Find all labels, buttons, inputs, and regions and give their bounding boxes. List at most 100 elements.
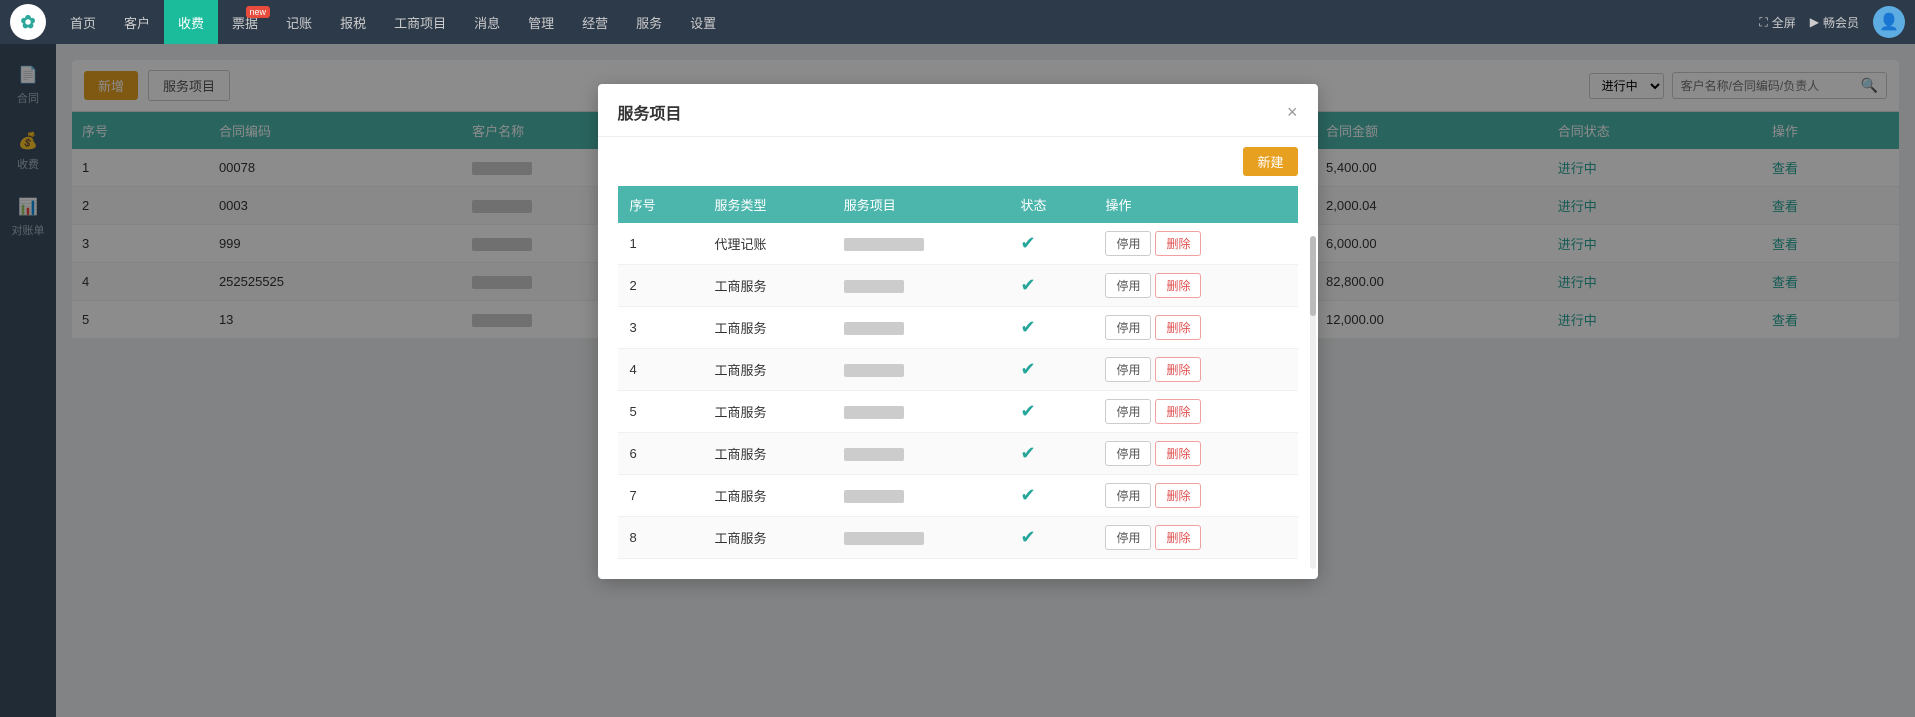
- service-items-table: 序号服务类型服务项目状态操作 1代理记账■■■■■1✔停用删除2工商服务■■■■…: [618, 186, 1298, 559]
- nav-items: 首页客户收费票据new记账报税工商项目消息管理经营服务设置: [56, 0, 1759, 44]
- delete-button[interactable]: 删除: [1155, 399, 1201, 424]
- stop-button[interactable]: 停用: [1105, 231, 1151, 256]
- nav-item-baoshui[interactable]: 报税: [326, 0, 380, 44]
- top-nav: ✿ 首页客户收费票据new记账报税工商项目消息管理经营服务设置 ⛶ 全屏 ▶ 畅…: [0, 0, 1915, 44]
- stop-button[interactable]: 停用: [1105, 399, 1151, 424]
- inner-header-row: 序号服务类型服务项目状态操作: [618, 186, 1298, 223]
- service-dialog: 服务项目 × 新建 序号服务类型服务项目状态操作 1代理记账■■■■■1✔停用删…: [598, 84, 1318, 579]
- dialog-close-button[interactable]: ×: [1287, 103, 1298, 121]
- status-check-icon: ✔: [1020, 401, 1035, 421]
- nav-item-jingying[interactable]: 经营: [568, 0, 622, 44]
- nav-item-guanli[interactable]: 管理: [514, 0, 568, 44]
- nav-item-home[interactable]: 首页: [56, 0, 110, 44]
- inner-project: ■■■■■■: [832, 475, 1009, 517]
- inner-project: ■■■■■■: [832, 265, 1009, 307]
- status-check-icon: ✔: [1020, 275, 1035, 295]
- delete-button[interactable]: 删除: [1155, 315, 1201, 340]
- stop-button[interactable]: 停用: [1105, 357, 1151, 382]
- inner-actions: 停用删除: [1093, 349, 1297, 391]
- stop-button[interactable]: 停用: [1105, 273, 1151, 298]
- fullscreen-btn[interactable]: ⛶ 全屏: [1759, 14, 1795, 31]
- avatar[interactable]: 👤: [1873, 6, 1905, 38]
- inner-status: ✔: [1008, 433, 1093, 475]
- inner-seq: 8: [618, 517, 703, 559]
- inner-seq: 7: [618, 475, 703, 517]
- inner-col-服务类型: 服务类型: [703, 186, 832, 223]
- table-row: 6工商服务■■■■■■ ✔ 停用删除: [618, 433, 1298, 475]
- inner-table-header: 序号服务类型服务项目状态操作: [618, 186, 1298, 223]
- inner-type: 工商服务: [703, 433, 832, 475]
- table-row: 2工商服务■■■■■■ ✔ 停用删除: [618, 265, 1298, 307]
- stop-button[interactable]: 停用: [1105, 483, 1151, 508]
- scrollbar-track[interactable]: [1310, 236, 1316, 569]
- scrollbar-thumb[interactable]: [1310, 236, 1316, 316]
- dialog-title: 服务项目: [618, 100, 682, 124]
- table-row: 5工商服务■■■■■■✔停用删除: [618, 391, 1298, 433]
- inner-type: 工商服务: [703, 517, 832, 559]
- dialog-toolbar: 新建: [598, 137, 1318, 186]
- inner-project: ■■■■■■: [832, 433, 1009, 475]
- delete-button[interactable]: 删除: [1155, 357, 1201, 382]
- delete-button[interactable]: 删除: [1155, 525, 1201, 550]
- dialog-header: 服务项目 ×: [598, 84, 1318, 137]
- inner-actions: 停用删除: [1093, 517, 1297, 559]
- nav-item-fuwu[interactable]: 服务: [622, 0, 676, 44]
- status-check-icon: ✔: [1020, 485, 1035, 505]
- inner-status: ✔: [1008, 223, 1093, 265]
- dialog-body[interactable]: 序号服务类型服务项目状态操作 1代理记账■■■■■1✔停用删除2工商服务■■■■…: [598, 186, 1318, 579]
- dialog-new-button[interactable]: 新建: [1243, 147, 1297, 176]
- inner-type: 工商服务: [703, 265, 832, 307]
- app-logo: ✿: [10, 4, 46, 40]
- inner-project: ■■■■■■: [832, 307, 1009, 349]
- delete-button[interactable]: 删除: [1155, 231, 1201, 256]
- inner-project: ■■■■■1: [832, 223, 1009, 265]
- inner-type: 工商服务: [703, 475, 832, 517]
- stop-button[interactable]: 停用: [1105, 315, 1151, 340]
- nav-item-shezhi[interactable]: 设置: [676, 0, 730, 44]
- inner-status: ✔: [1008, 307, 1093, 349]
- inner-actions: 停用删除: [1093, 265, 1297, 307]
- inner-type: 代理记账: [703, 223, 832, 265]
- inner-col-操作: 操作: [1093, 186, 1297, 223]
- inner-status: ✔: [1008, 265, 1093, 307]
- inner-actions: 停用删除: [1093, 223, 1297, 265]
- nav-right: ⛶ 全屏 ▶ 畅会员 👤: [1759, 6, 1905, 38]
- inner-actions: 停用删除: [1093, 475, 1297, 517]
- inner-status: ✔: [1008, 475, 1093, 517]
- status-check-icon: ✔: [1020, 443, 1035, 463]
- member-btn[interactable]: ▶ 畅会员: [1810, 14, 1859, 31]
- inner-type: 工商服务: [703, 307, 832, 349]
- inner-project: ■■■■■■: [832, 349, 1009, 391]
- inner-status: ✔: [1008, 349, 1093, 391]
- nav-item-client[interactable]: 客户: [110, 0, 164, 44]
- nav-item-xiaoxi[interactable]: 消息: [460, 0, 514, 44]
- inner-seq: 6: [618, 433, 703, 475]
- inner-seq: 2: [618, 265, 703, 307]
- nav-item-piao[interactable]: 票据new: [218, 0, 272, 44]
- stop-button[interactable]: 停用: [1105, 525, 1151, 550]
- inner-seq: 3: [618, 307, 703, 349]
- inner-table-body: 1代理记账■■■■■1✔停用删除2工商服务■■■■■■✔停用删除3工商服务■■■…: [618, 223, 1298, 559]
- inner-col-服务项目: 服务项目: [832, 186, 1009, 223]
- table-row: 3工商服务■■■■■■✔ 停用删除: [618, 307, 1298, 349]
- nav-item-gongshang[interactable]: 工商项目: [380, 0, 460, 44]
- status-check-icon: ✔: [1020, 359, 1035, 379]
- delete-button[interactable]: 删除: [1155, 483, 1201, 508]
- inner-type: 工商服务: [703, 349, 832, 391]
- nav-badge-piao: new: [246, 6, 271, 18]
- inner-col-状态: 状态: [1008, 186, 1093, 223]
- inner-type: 工商服务: [703, 391, 832, 433]
- overlay[interactable]: 服务项目 × 新建 序号服务类型服务项目状态操作 1代理记账■■■■■1✔停用删…: [0, 44, 1915, 717]
- inner-col-序号: 序号: [618, 186, 703, 223]
- table-row: 7工商服务■■■■■■ ✔ 停用删除: [618, 475, 1298, 517]
- nav-item-jizhang[interactable]: 记账: [272, 0, 326, 44]
- member-icon: ▶: [1810, 15, 1819, 29]
- delete-button[interactable]: 删除: [1155, 273, 1201, 298]
- inner-status: ✔: [1008, 391, 1093, 433]
- inner-actions: 停用删除: [1093, 433, 1297, 475]
- inner-status: ✔: [1008, 517, 1093, 559]
- delete-button[interactable]: 删除: [1155, 441, 1201, 466]
- stop-button[interactable]: 停用: [1105, 441, 1151, 466]
- status-check-icon: ✔: [1020, 233, 1035, 253]
- nav-item-shoufei[interactable]: 收费: [164, 0, 218, 44]
